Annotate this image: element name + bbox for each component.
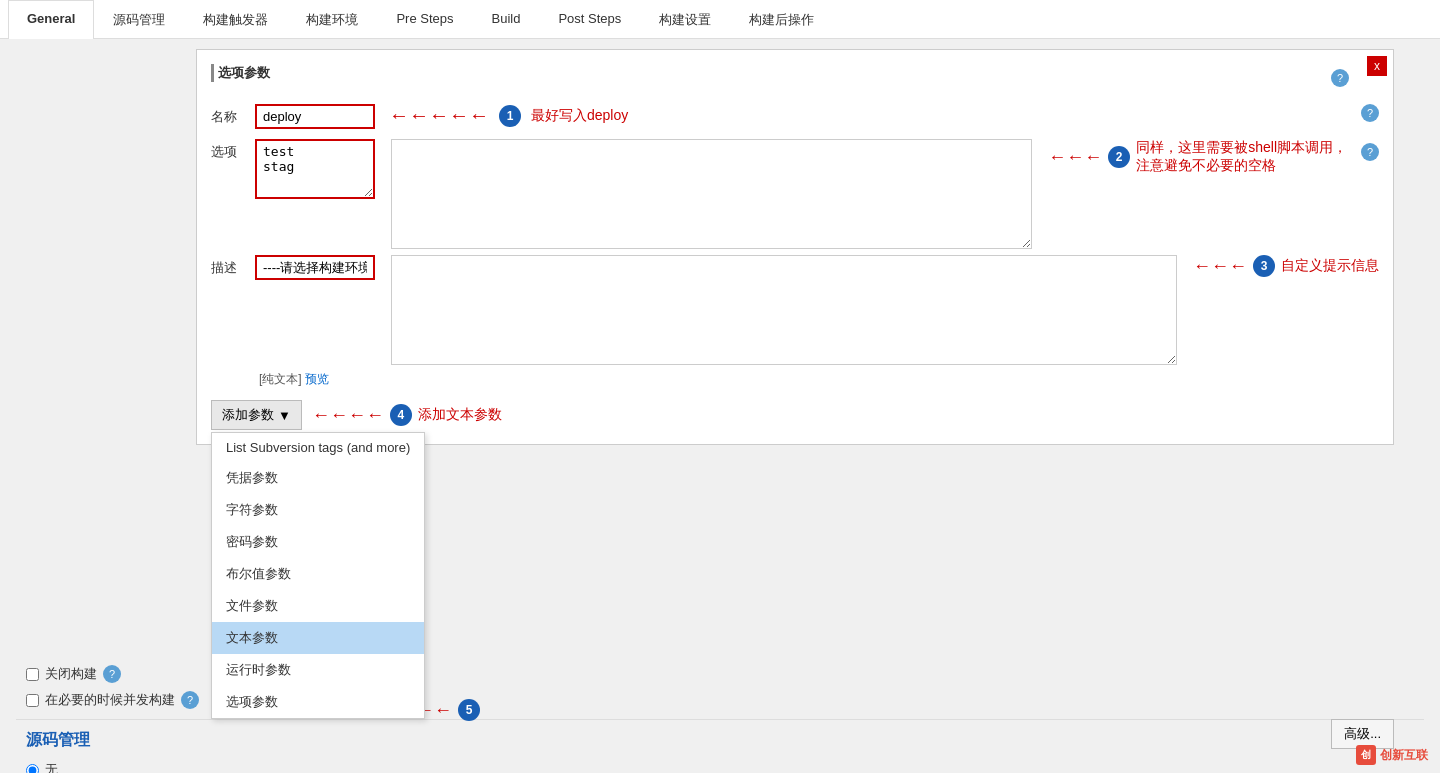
annotation-text-1: 最好写入deploy xyxy=(531,107,628,125)
arrow-3: ←←← xyxy=(1193,256,1247,277)
preview-link[interactable]: 预览 xyxy=(305,372,329,386)
tab-source[interactable]: 源码管理 xyxy=(94,0,184,39)
section-help-icon[interactable]: ? xyxy=(1331,69,1349,87)
tab-postbuild[interactable]: 构建后操作 xyxy=(730,0,833,39)
add-param-annotation: ←←←← 4 添加文本参数 xyxy=(312,404,502,426)
checkbox-1[interactable] xyxy=(26,694,39,707)
checkbox-label-1: 在必要的时候并发构建 xyxy=(45,691,175,709)
dropdown-item-6[interactable]: 文本参数 xyxy=(212,622,424,654)
option-label: 选项 xyxy=(211,139,251,161)
arrow-2: ←←← xyxy=(1048,147,1102,168)
desc-input[interactable] xyxy=(255,255,375,280)
add-param-label: 添加参数 xyxy=(222,406,274,424)
tab-env[interactable]: 构建环境 xyxy=(287,0,377,39)
desc-field: 描述 xyxy=(211,255,375,280)
watermark-text: 创新互联 xyxy=(1380,747,1428,764)
dropdown-item-0[interactable]: List Subversion tags (and more) xyxy=(212,433,424,462)
name-annotation: ←←←←← 1 最好写入deploy xyxy=(383,104,1347,127)
annotation-num-1: 1 xyxy=(499,105,521,127)
desc-row: 描述 ←←← 3 自定义提示信息 xyxy=(211,255,1379,365)
radio-none-label: 无 xyxy=(45,761,58,773)
annotation-num-2: 2 xyxy=(1108,146,1130,168)
add-param-button[interactable]: 添加参数 ▼ xyxy=(211,400,302,430)
annotation-text-2: 同样，这里需要被shell脚本调用， 注意避免不必要的空格 xyxy=(1136,139,1347,175)
option-row: 选项 ←←← 2 同样，这里需要被shell脚本调用， 注意避免不必要的空格 ? xyxy=(211,139,1379,249)
option-params-section: x 选项参数 ? 名称 ←←←←← 1 最好写入deploy ? xyxy=(196,49,1394,445)
annotation-num-3: 3 xyxy=(1253,255,1275,277)
source-title: 源码管理 xyxy=(26,730,1414,751)
tab-settings[interactable]: 构建设置 xyxy=(640,0,730,39)
name-field: 名称 xyxy=(211,104,375,129)
dropdown-item-2[interactable]: 字符参数 xyxy=(212,494,424,526)
plain-text-label: [纯文本] xyxy=(259,372,302,386)
dropdown-item-3[interactable]: 密码参数 xyxy=(212,526,424,558)
arrow-4: ←←←← xyxy=(312,405,384,426)
arrow-1: ←←←←← xyxy=(389,104,489,127)
radio-none-row: 无 xyxy=(26,761,1414,773)
dropdown-item-7[interactable]: 运行时参数 xyxy=(212,654,424,686)
dropdown-item-8[interactable]: 选项参数 xyxy=(212,686,424,718)
add-param-row: 添加参数 ▼ ←←←← 4 添加文本参数 List Subversion tag… xyxy=(211,400,1379,430)
plain-text-row: [纯文本] 预览 xyxy=(259,371,1379,388)
section-title: 选项参数 xyxy=(211,64,270,82)
option-help-icon[interactable]: ? xyxy=(1361,143,1379,161)
annotation-text-3: 自定义提示信息 xyxy=(1281,257,1379,275)
desc-label: 描述 xyxy=(211,255,251,277)
name-row: 名称 ←←←←← 1 最好写入deploy ? xyxy=(211,104,1379,129)
name-help-icon[interactable]: ? xyxy=(1361,104,1379,122)
annotation-num-4: 4 xyxy=(390,404,412,426)
tab-trigger[interactable]: 构建触发器 xyxy=(184,0,287,39)
dropdown-item-4[interactable]: 布尔值参数 xyxy=(212,558,424,590)
watermark-icon: 创 xyxy=(1356,745,1376,765)
tab-general[interactable]: General xyxy=(8,0,94,39)
checkbox-label-0: 关闭构建 xyxy=(45,665,97,683)
option-right-area[interactable] xyxy=(391,139,1032,249)
desc-right-area[interactable] xyxy=(391,255,1177,365)
option-input[interactable] xyxy=(255,139,375,199)
close-button[interactable]: x xyxy=(1367,56,1387,76)
name-input[interactable] xyxy=(255,104,375,129)
annotation-text-4: 添加文本参数 xyxy=(418,406,502,424)
main-content: x 选项参数 ? 名称 ←←←←← 1 最好写入deploy ? xyxy=(0,39,1440,773)
tab-presteps[interactable]: Pre Steps xyxy=(377,0,472,39)
top-nav: General 源码管理 构建触发器 构建环境 Pre Steps Build … xyxy=(0,0,1440,39)
radio-none[interactable] xyxy=(26,764,39,774)
checkbox-1-help[interactable]: ? xyxy=(181,691,199,709)
add-param-arrow: ▼ xyxy=(278,408,291,423)
desc-annotation: ←←← 3 自定义提示信息 xyxy=(1185,255,1379,277)
tab-build[interactable]: Build xyxy=(473,0,540,39)
option-field: 选项 xyxy=(211,139,375,199)
checkbox-0-help[interactable]: ? xyxy=(103,665,121,683)
dropdown-menu: List Subversion tags (and more) 凭据参数 字符参… xyxy=(211,432,425,719)
checkbox-0[interactable] xyxy=(26,668,39,681)
option-annotation: ←←← 2 同样，这里需要被shell脚本调用， 注意避免不必要的空格 xyxy=(1040,139,1347,175)
name-label: 名称 xyxy=(211,104,251,126)
dropdown-item-5[interactable]: 文件参数 xyxy=(212,590,424,622)
watermark: 创 创新互联 xyxy=(1356,745,1428,765)
tab-poststeps[interactable]: Post Steps xyxy=(539,0,640,39)
source-management-section: 源码管理 无 Git xyxy=(16,719,1424,773)
dropdown-item-1[interactable]: 凭据参数 xyxy=(212,462,424,494)
annotation-num-5: 5 xyxy=(458,699,480,721)
